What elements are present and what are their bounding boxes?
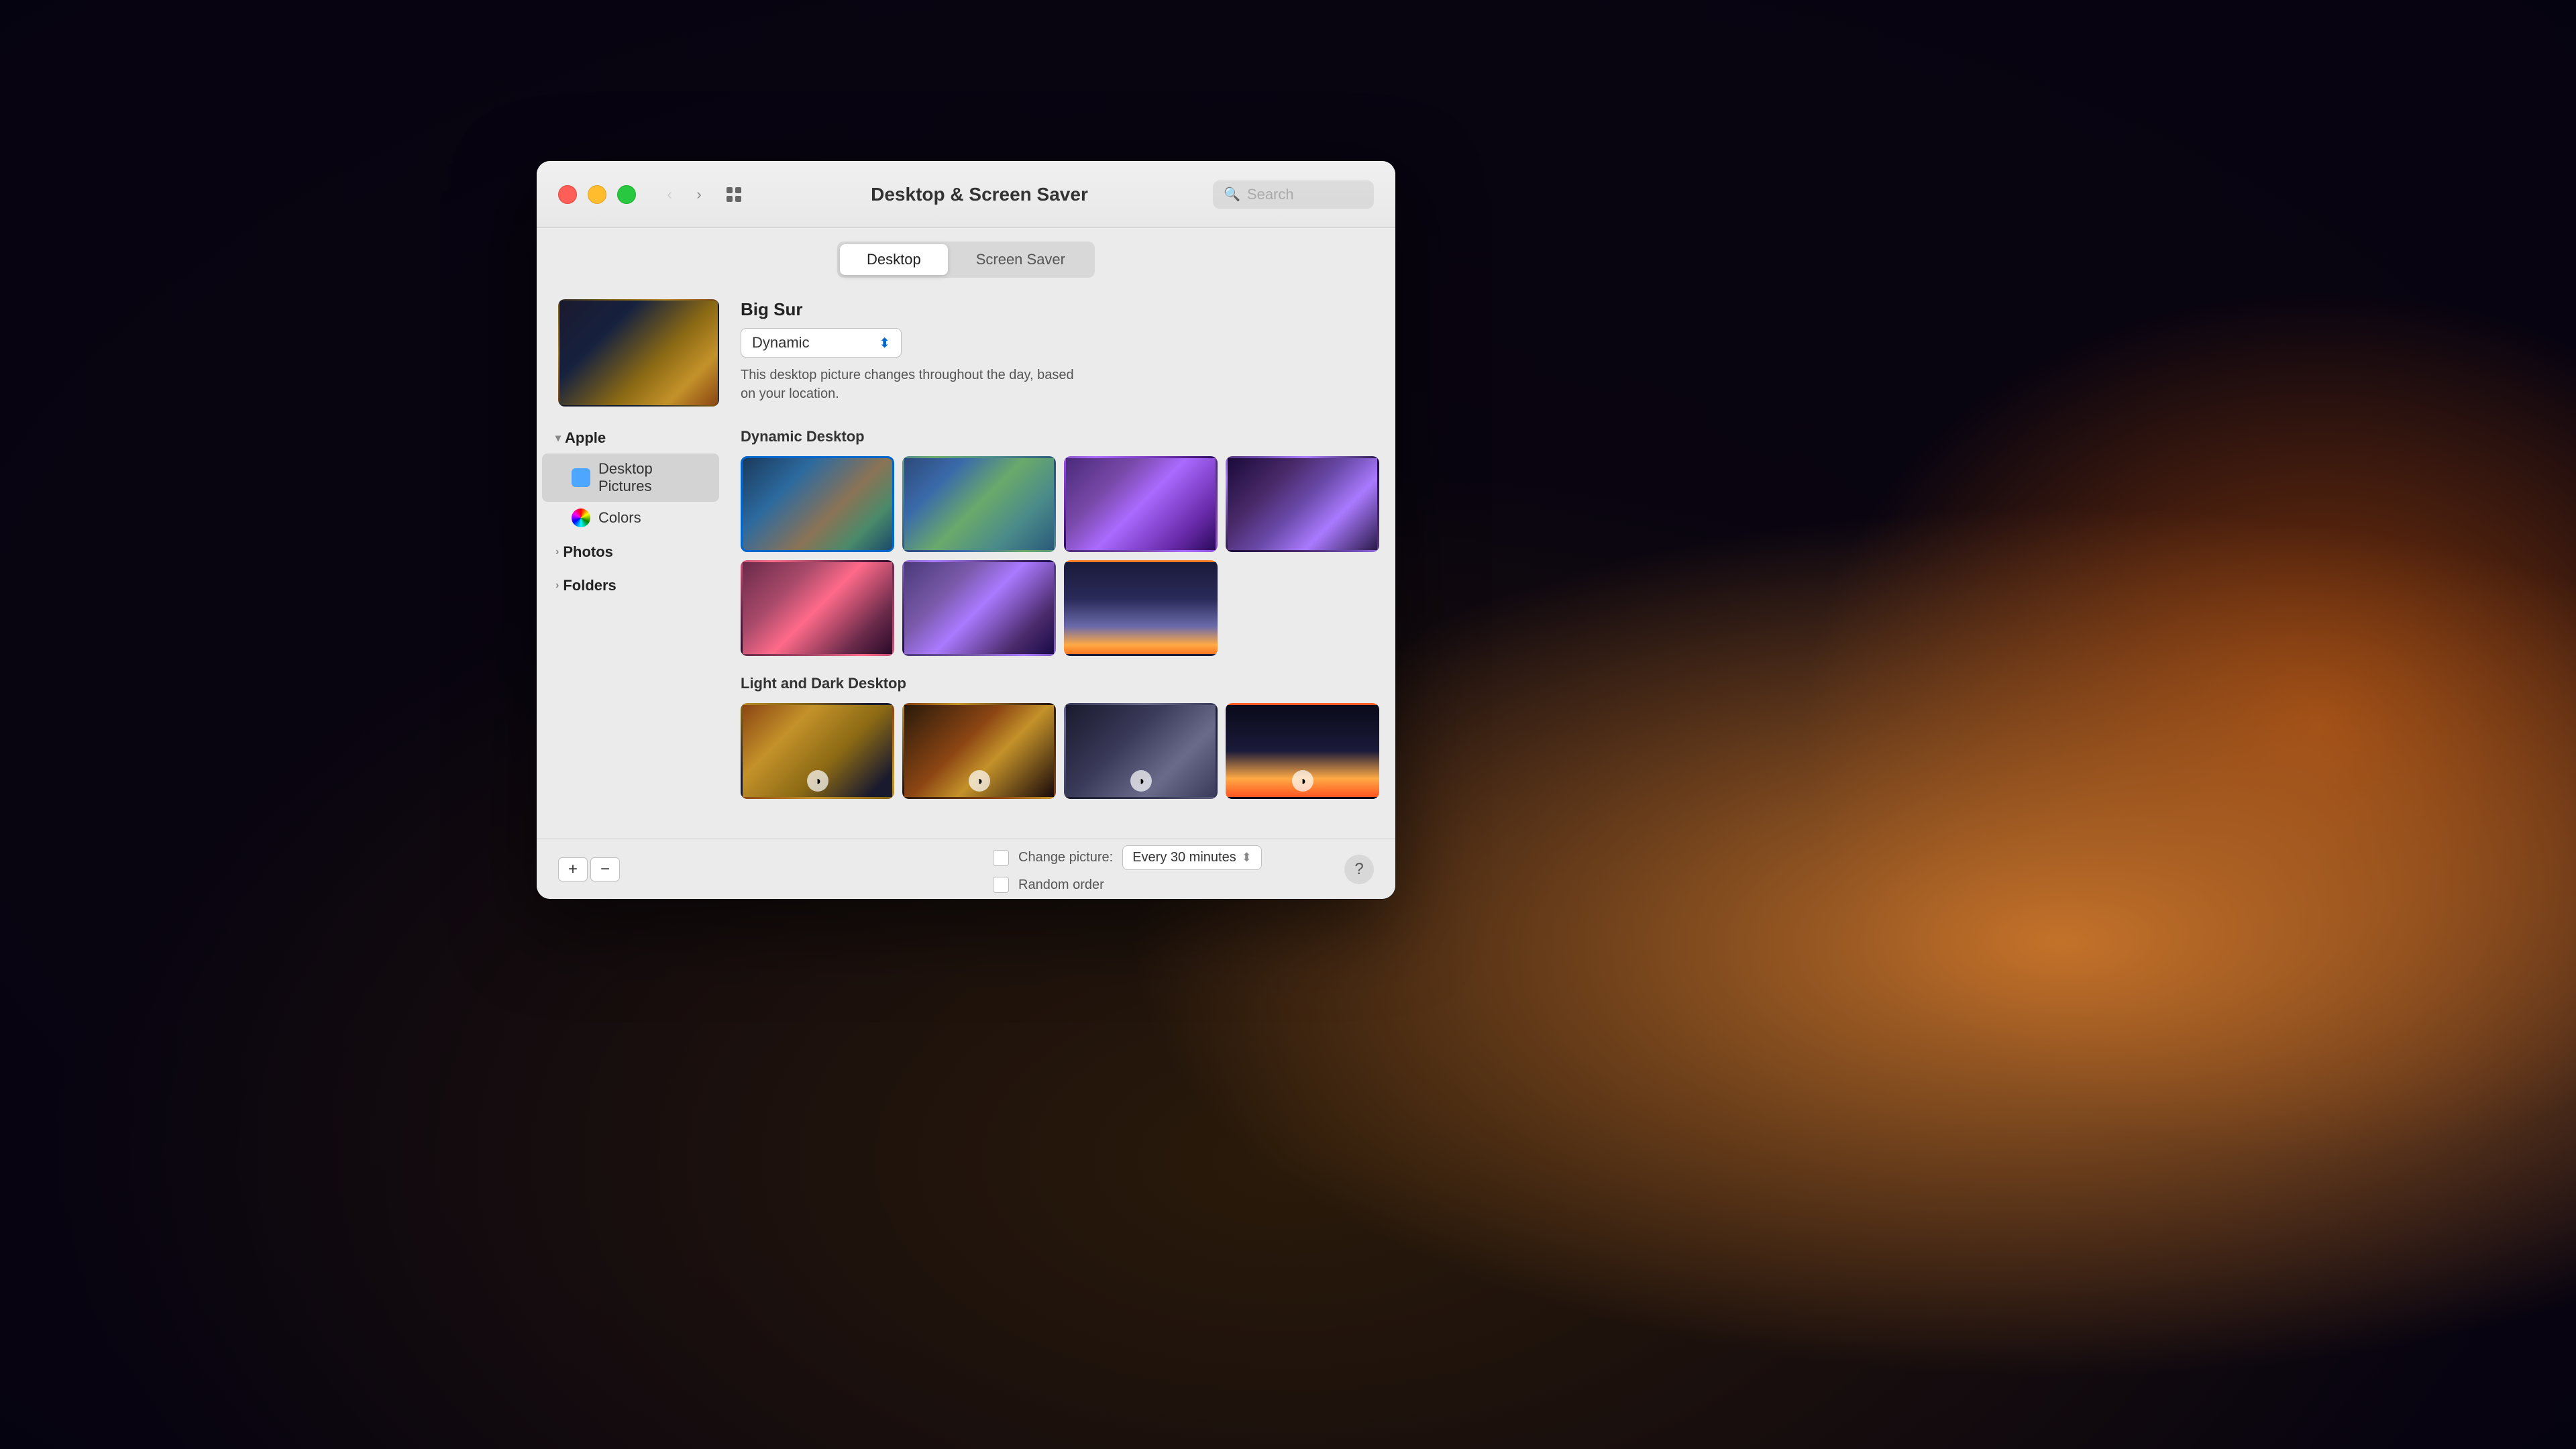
- tabs-container: Desktop Screen Saver: [837, 241, 1095, 278]
- sidebar-section-photos-label: Photos: [563, 543, 613, 561]
- wallpaper-thumb-ld3[interactable]: ◑: [1064, 703, 1218, 799]
- back-button[interactable]: ‹: [657, 182, 682, 207]
- sidebar-section-folders-label: Folders: [563, 577, 616, 594]
- change-picture-label: Change picture:: [1018, 850, 1113, 865]
- nav-buttons: ‹ ›: [657, 182, 711, 207]
- preview-thumbnail: [558, 299, 719, 407]
- dynamic-dropdown[interactable]: Dynamic ⬍: [741, 328, 902, 358]
- close-button[interactable]: [558, 185, 577, 204]
- light-dark-toggle-icon-1: ◑: [807, 770, 828, 792]
- remove-button[interactable]: −: [590, 857, 620, 881]
- wallpaper-thumb-ld4[interactable]: ◑: [1226, 703, 1379, 799]
- random-order-label: Random order: [1018, 877, 1104, 893]
- chevron-right-icon-2: ›: [555, 580, 559, 592]
- sidebar-header-folders[interactable]: › Folders: [542, 570, 719, 601]
- wallpaper-thumb-3[interactable]: [1064, 456, 1218, 552]
- wallpaper-thumb-7[interactable]: [1064, 560, 1218, 656]
- sidebar-item-colors-label: Colors: [598, 509, 641, 527]
- help-button[interactable]: ?: [1344, 855, 1374, 884]
- light-dark-toggle-icon-4: ◑: [1292, 770, 1313, 792]
- wallpaper-thumb-4[interactable]: [1226, 456, 1379, 552]
- preview-section: Big Sur Dynamic ⬍ This desktop picture c…: [537, 288, 1395, 417]
- light-dark-toggle-icon-3: ◑: [1130, 770, 1152, 792]
- chevron-right-icon: ›: [555, 546, 559, 558]
- traffic-lights: [558, 185, 636, 204]
- add-remove-buttons: + −: [558, 857, 620, 881]
- interval-value: Every 30 minutes: [1132, 850, 1236, 865]
- tab-desktop[interactable]: Desktop: [840, 244, 948, 275]
- titlebar: ‹ › Desktop & Screen Saver 🔍: [537, 161, 1395, 228]
- minimize-button[interactable]: [588, 185, 606, 204]
- sidebar-section-photos: › Photos: [537, 537, 724, 568]
- sidebar-item-colors[interactable]: Colors: [542, 502, 719, 534]
- bottom-bar: + − Change picture: Every 30 minutes ⬍ R…: [537, 839, 1395, 899]
- light-dark-grid: ◑ ◑ ◑ ◑: [741, 703, 1379, 799]
- dynamic-desktop-grid: [741, 456, 1379, 656]
- search-input[interactable]: [1247, 186, 1363, 203]
- forward-button[interactable]: ›: [687, 182, 711, 207]
- chevron-down-icon: ▾: [555, 431, 561, 445]
- wallpaper-thumb-2[interactable]: [902, 456, 1056, 552]
- sidebar-header-apple[interactable]: ▾ Apple: [542, 423, 719, 453]
- folder-icon: [572, 468, 590, 487]
- wallpaper-thumb-5[interactable]: [741, 560, 894, 656]
- preview-info: Big Sur Dynamic ⬍ This desktop picture c…: [741, 299, 1076, 403]
- colors-icon: [572, 508, 590, 527]
- sidebar: ▾ Apple Desktop Pictures Colors: [537, 417, 724, 839]
- sidebar-section-apple-label: Apple: [565, 429, 606, 447]
- tab-screensaver[interactable]: Screen Saver: [949, 244, 1092, 275]
- random-order-checkbox[interactable]: [993, 877, 1009, 893]
- system-preferences-window: ‹ › Desktop & Screen Saver 🔍 Desktop: [537, 161, 1395, 899]
- wallpaper-thumb-ld2[interactable]: ◑: [902, 703, 1056, 799]
- bottom-controls: Change picture: Every 30 minutes ⬍ Rando…: [993, 845, 1334, 893]
- light-dark-toggle-icon-2: ◑: [969, 770, 990, 792]
- sidebar-header-photos[interactable]: › Photos: [542, 537, 719, 568]
- search-box[interactable]: 🔍: [1213, 180, 1374, 209]
- light-dark-desktop-label: Light and Dark Desktop: [741, 675, 1379, 692]
- interval-dropdown[interactable]: Every 30 minutes ⬍: [1122, 845, 1262, 870]
- window-title: Desktop & Screen Saver: [746, 184, 1213, 205]
- wallpaper-thumb-1[interactable]: [741, 456, 894, 552]
- tabs-bar: Desktop Screen Saver: [537, 228, 1395, 288]
- change-picture-checkbox[interactable]: [993, 850, 1009, 866]
- maximize-button[interactable]: [617, 185, 636, 204]
- sidebar-section-folders: › Folders: [537, 570, 724, 601]
- dropdown-value: Dynamic: [752, 334, 873, 352]
- add-button[interactable]: +: [558, 857, 588, 881]
- sidebar-section-apple: ▾ Apple Desktop Pictures Colors: [537, 423, 724, 534]
- grid-view-icon[interactable]: [722, 182, 746, 207]
- sidebar-item-desktop-pictures-label: Desktop Pictures: [598, 460, 706, 495]
- content-body: ▾ Apple Desktop Pictures Colors: [537, 417, 1395, 839]
- wallpaper-thumb-6[interactable]: [902, 560, 1056, 656]
- interval-arrow-icon: ⬍: [1242, 851, 1252, 865]
- wallpaper-grid-area: Dynamic Desktop Light and Dark Desktop ◑: [724, 417, 1395, 839]
- preview-description: This desktop picture changes throughout …: [741, 366, 1076, 403]
- preview-name: Big Sur: [741, 299, 1076, 320]
- wallpaper-thumb-ld1[interactable]: ◑: [741, 703, 894, 799]
- dynamic-desktop-label: Dynamic Desktop: [741, 428, 1379, 445]
- search-icon: 🔍: [1224, 186, 1240, 203]
- dropdown-arrow-icon: ⬍: [879, 335, 890, 352]
- sidebar-item-desktop-pictures[interactable]: Desktop Pictures: [542, 453, 719, 502]
